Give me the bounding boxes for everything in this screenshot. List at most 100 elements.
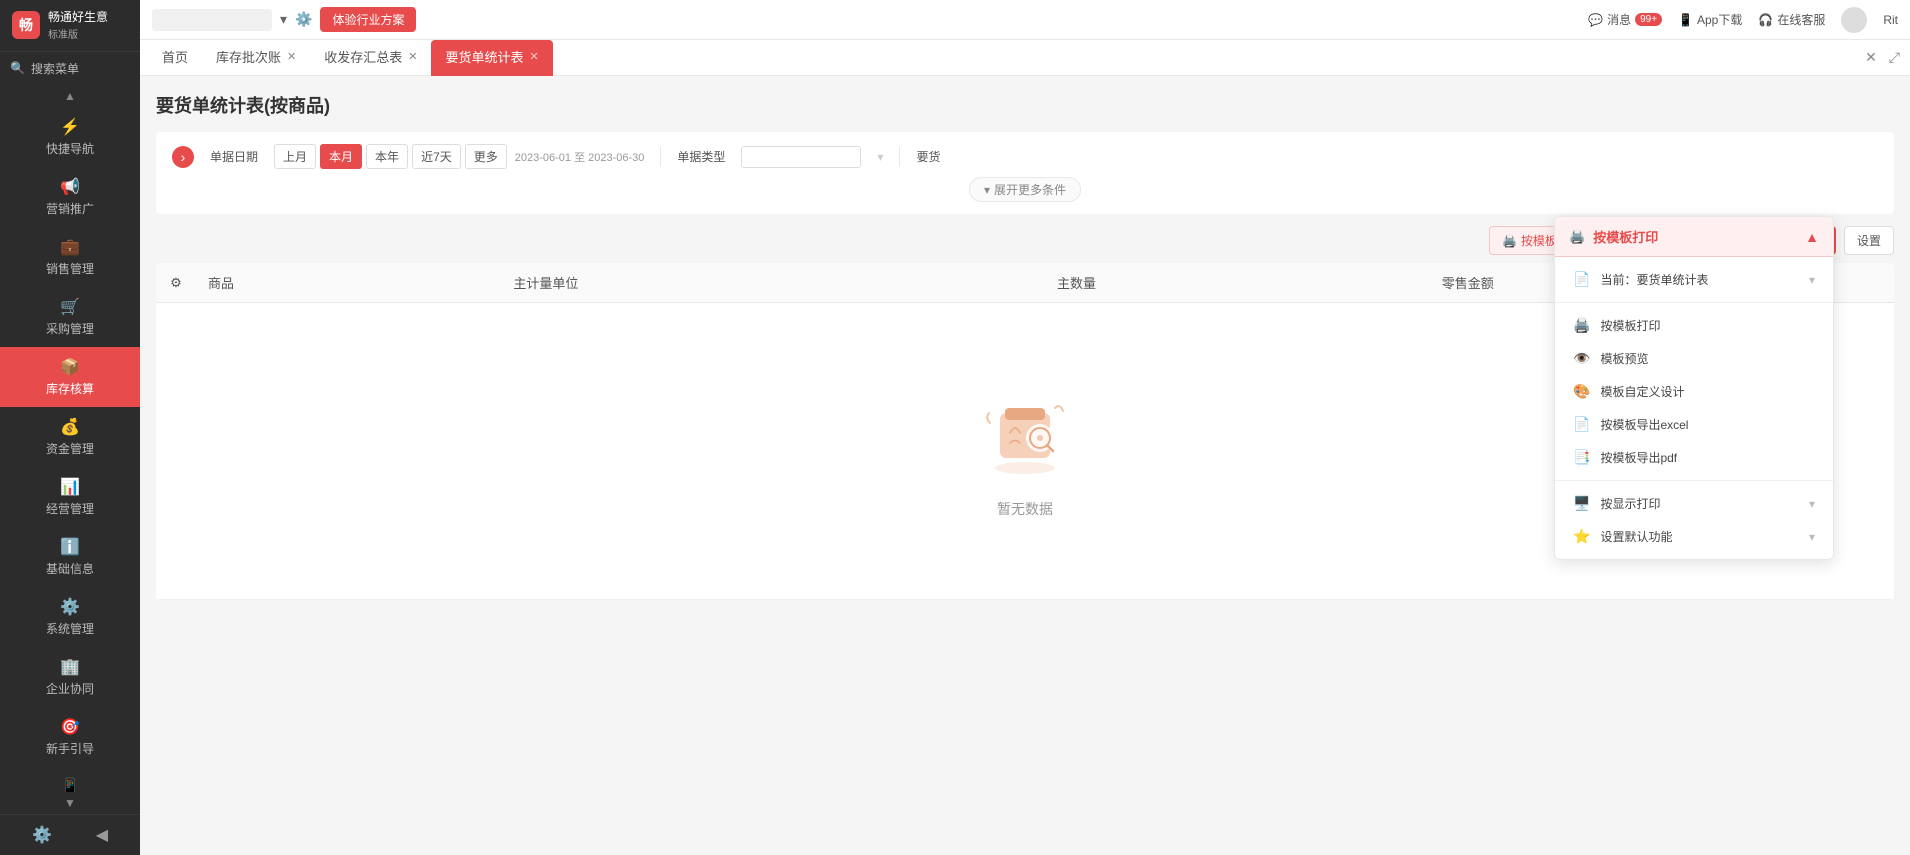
filter-more-row: ▾ 展开更多条件 xyxy=(172,177,1878,202)
export-excel-icon: 📄 xyxy=(1573,416,1590,433)
dropdown-item-label: 模板预览 xyxy=(1600,350,1648,367)
enterprise-icon: 🏢 xyxy=(60,657,80,677)
sidebar-item-label: 营销推广 xyxy=(46,200,94,217)
dropdown-item-template-preview[interactable]: 👁️ 模板预览 xyxy=(1555,342,1833,375)
dropdown-item-set-default[interactable]: ⭐ 设置默认功能 ▾ xyxy=(1555,520,1833,553)
tabs-expand-btn[interactable]: ✕ xyxy=(1863,47,1879,68)
dropdown-display-section: 🖥️ 按显示打印 ▾ ⭐ 设置默认功能 ▾ xyxy=(1555,481,1833,559)
scroll-up-btn[interactable]: ▲ xyxy=(0,85,140,107)
table-settings-icon[interactable]: ⚙ xyxy=(170,275,182,290)
current-label: 当前：要货单统计表 xyxy=(1600,271,1708,288)
tab-receivable-summary-close[interactable]: ✕ xyxy=(408,50,417,63)
tab-order-stats[interactable]: 要货单统计表 ✕ xyxy=(431,40,552,76)
dropdown-current-item[interactable]: 📄 当前：要货单统计表 ▾ xyxy=(1555,263,1833,296)
message-btn[interactable]: 💬 消息 99+ xyxy=(1588,11,1662,28)
dropdown-item-template-custom[interactable]: 🎨 模板自定义设计 xyxy=(1555,375,1833,408)
app-download-btn[interactable]: 📱 App下载 xyxy=(1678,11,1742,28)
sidebar-item-inventory[interactable]: 📦 库存核算 xyxy=(0,347,140,407)
tabs-maximize-btn[interactable]: ⤢ xyxy=(1887,47,1902,68)
dropdown-item-export-excel[interactable]: 📄 按模板导出excel xyxy=(1555,408,1833,441)
operations-icon: 📊 xyxy=(60,477,80,497)
dropdown-item-export-pdf[interactable]: 📑 按模板导出pdf xyxy=(1555,441,1833,474)
print-header-icon: 🖨️ xyxy=(1569,229,1585,245)
sidebar-item-label: 销售管理 xyxy=(46,260,94,277)
type-filter-select[interactable] xyxy=(741,146,861,168)
dropdown-header-right: ▲ xyxy=(1805,229,1819,245)
tab-home[interactable]: 首页 xyxy=(148,40,202,76)
dropdown-item-template-print[interactable]: 🖨️ 按模板打印 xyxy=(1555,309,1833,342)
industry-solution-btn[interactable]: 体验行业方案 xyxy=(320,7,416,32)
export-pdf-icon: 📑 xyxy=(1573,449,1590,466)
tabs-bar: 首页 库存批次账 ✕ 收发存汇总表 ✕ 要货单统计表 ✕ ✕ ⤢ xyxy=(140,40,1910,76)
topbar-gear-btn[interactable]: ⚙️ xyxy=(295,11,312,28)
app-center-icon: 📱 xyxy=(60,777,80,792)
dropdown-item-label: 按模板打印 xyxy=(1600,317,1660,334)
template-print-icon: 🖨️ xyxy=(1573,317,1590,334)
app-download-label: App下载 xyxy=(1697,11,1742,28)
sidebar-item-label: 库存核算 xyxy=(46,380,94,397)
marketing-icon: 📢 xyxy=(60,177,80,197)
username-label: Rit xyxy=(1883,13,1898,27)
tab-receivable-summary[interactable]: 收发存汇总表 ✕ xyxy=(310,40,431,76)
th-qty: 主数量 xyxy=(1045,263,1430,303)
settings-footer-btn[interactable]: ⚙️ xyxy=(32,825,52,845)
template-custom-icon: 🎨 xyxy=(1573,383,1590,400)
sidebar-item-label: 资金管理 xyxy=(46,440,94,457)
headset-icon: 🎧 xyxy=(1758,13,1773,27)
app-logo-icon: 畅 xyxy=(12,11,40,39)
sidebar-item-marketing[interactable]: 📢 营销推广 xyxy=(0,167,140,227)
toolbar: 🖨️ 按模板打印 ▲ ↗ 导出 ↻ 刷新 ··· 查询 设置 🖨️ 按模板打 xyxy=(156,226,1894,255)
sidebar-item-label: 经营管理 xyxy=(46,500,94,517)
newcomer-icon: 🎯 xyxy=(60,717,80,737)
date-btn-last-7days[interactable]: 近7天 xyxy=(412,144,461,169)
tab-inventory-batch-close[interactable]: ✕ xyxy=(287,50,296,63)
topbar-dropdown-btn[interactable]: ▾ xyxy=(280,11,287,28)
sidebar-item-sales[interactable]: 💼 销售管理 xyxy=(0,227,140,287)
sidebar-item-enterprise[interactable]: 🏢 企业协同 xyxy=(0,647,140,707)
collapse-footer-btn[interactable]: ◀ xyxy=(96,825,108,845)
topbar-search-input[interactable] xyxy=(152,9,272,31)
message-icon: 💬 xyxy=(1588,13,1603,27)
tab-order-stats-close[interactable]: ✕ xyxy=(530,50,539,63)
date-btn-this-month[interactable]: 本月 xyxy=(320,144,362,169)
page-content: 要货单统计表(按商品) › 单据日期 上月 本月 本年 近7天 更多 2023-… xyxy=(140,76,1910,855)
sales-icon: 💼 xyxy=(60,237,80,257)
filter-expand-btn[interactable]: › xyxy=(172,146,194,168)
search-menu[interactable]: 🔍 搜索菜单 xyxy=(0,52,140,85)
date-btn-this-year[interactable]: 本年 xyxy=(366,144,408,169)
sidebar-item-basic-info[interactable]: ℹ️ 基础信息 xyxy=(0,527,140,587)
filter-more-label: 展开更多条件 xyxy=(994,181,1066,198)
sidebar-item-purchase[interactable]: 🛒 采购管理 xyxy=(0,287,140,347)
filter-more-btn[interactable]: ▾ 展开更多条件 xyxy=(969,177,1081,202)
online-service-btn[interactable]: 🎧 在线客服 xyxy=(1758,11,1825,28)
sidebar-item-quick-nav[interactable]: ⚡ 快捷导航 xyxy=(0,107,140,167)
sidebar: 畅 畅通好生意 标准版 🔍 搜索菜单 ▲ ⚡ 快捷导航 📢 营销推广 💼 销售管… xyxy=(0,0,140,855)
dropdown-item-display-print[interactable]: 🖥️ 按显示打印 ▾ xyxy=(1555,487,1833,520)
empty-illustration xyxy=(975,383,1075,483)
type-filter-label: 单据类型 xyxy=(677,148,725,165)
dropdown-header: 🖨️ 按模板打印 ▲ xyxy=(1555,217,1833,257)
sidebar-item-finance[interactable]: 💰 资金管理 xyxy=(0,407,140,467)
user-avatar[interactable] xyxy=(1841,7,1867,33)
sidebar-nav: ⚡ 快捷导航 📢 营销推广 💼 销售管理 🛒 采购管理 📦 库存核算 💰 资金管… xyxy=(0,107,140,792)
sidebar-item-system[interactable]: ⚙️ 系统管理 xyxy=(0,587,140,647)
sidebar-item-operations[interactable]: 📊 经营管理 xyxy=(0,467,140,527)
finance-icon: 💰 xyxy=(60,417,80,437)
date-range-display: 2023-06-01 至 2023-06-30 xyxy=(515,149,645,165)
chevron-down-icon: ▾ xyxy=(984,183,990,197)
settings-btn[interactable]: 设置 xyxy=(1844,226,1894,255)
th-goods: 商品 xyxy=(196,263,501,303)
date-btn-last-month[interactable]: 上月 xyxy=(274,144,316,169)
tab-inventory-batch[interactable]: 库存批次账 ✕ xyxy=(202,40,310,76)
th-settings[interactable]: ⚙ xyxy=(156,263,196,303)
dropdown-item-label: 按模板导出pdf xyxy=(1600,449,1677,466)
sidebar-item-app-center[interactable]: 📱 应用中心 xyxy=(0,767,140,792)
sidebar-item-newcomer[interactable]: 🎯 新手引导 xyxy=(0,707,140,767)
page-title: 要货单统计表(按商品) xyxy=(156,92,1894,118)
tab-receivable-summary-label: 收发存汇总表 xyxy=(324,47,402,66)
sidebar-logo-text-container: 畅通好生意 标准版 xyxy=(48,10,108,41)
scroll-down-btn[interactable]: ▼ xyxy=(0,792,140,814)
date-btn-more[interactable]: 更多 xyxy=(465,144,507,169)
dropdown-item-label: 按显示打印 xyxy=(1600,495,1660,512)
dropdown-close-btn[interactable]: ▲ xyxy=(1805,229,1819,245)
